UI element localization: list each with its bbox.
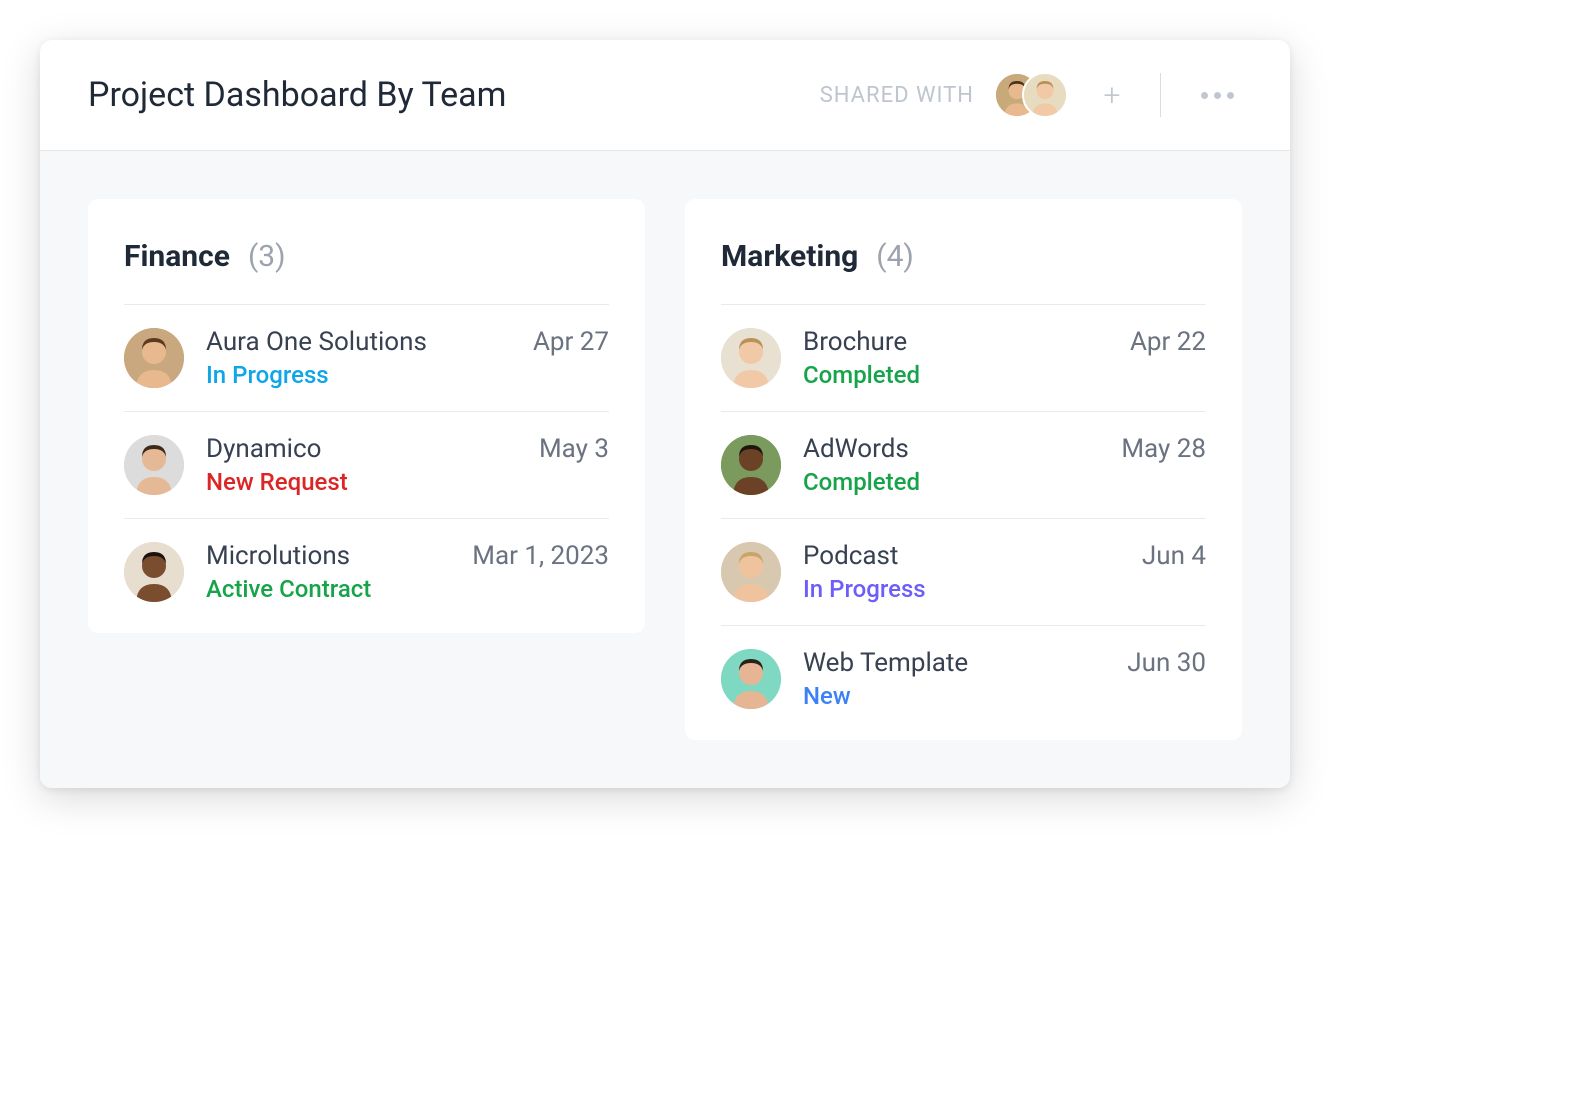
project-date: Mar 1, 2023 [472, 541, 609, 571]
column-header: Finance (3) [124, 239, 609, 304]
project-row[interactable]: AdWords May 28 Completed [721, 411, 1206, 518]
column-title: Marketing [721, 239, 858, 274]
assignee-avatar[interactable] [721, 542, 781, 602]
assignee-avatar[interactable] [124, 542, 184, 602]
header-actions: SHARED WITH + [820, 72, 1242, 118]
project-name: Microlutions [206, 541, 350, 571]
dashboard-body: Finance (3) Aura One Solutions Apr 27 In Pr… [40, 151, 1290, 788]
project-info: Brochure Apr 22 Completed [803, 327, 1206, 389]
project-date: Apr 22 [1130, 327, 1206, 357]
project-status: Completed [803, 468, 1206, 496]
team-column: Finance (3) Aura One Solutions Apr 27 In Pr… [88, 199, 645, 633]
project-row[interactable]: Dynamico May 3 New Request [124, 411, 609, 518]
project-name: Podcast [803, 541, 898, 571]
divider [1160, 73, 1161, 117]
project-row[interactable]: Brochure Apr 22 Completed [721, 304, 1206, 411]
project-date: May 28 [1121, 434, 1206, 464]
column-title: Finance [124, 239, 230, 274]
project-row[interactable]: Podcast Jun 4 In Progress [721, 518, 1206, 625]
project-name: AdWords [803, 434, 909, 464]
assignee-avatar[interactable] [721, 328, 781, 388]
project-status: Completed [803, 361, 1206, 389]
project-name: Dynamico [206, 434, 321, 464]
project-date: May 3 [539, 434, 609, 464]
project-name: Brochure [803, 327, 907, 357]
project-row[interactable]: Microlutions Mar 1, 2023 Active Contract [124, 518, 609, 625]
project-info: Aura One Solutions Apr 27 In Progress [206, 327, 609, 389]
project-info: AdWords May 28 Completed [803, 434, 1206, 496]
project-info: Podcast Jun 4 In Progress [803, 541, 1206, 603]
project-status: Active Contract [206, 575, 609, 603]
shared-with-label: SHARED WITH [820, 83, 974, 108]
add-share-button[interactable]: + [1096, 79, 1128, 111]
project-status: New [803, 682, 1206, 710]
assignee-avatar[interactable] [124, 328, 184, 388]
assignee-avatar[interactable] [721, 435, 781, 495]
column-count: (4) [876, 239, 914, 274]
shared-avatar[interactable] [1022, 72, 1068, 118]
project-name: Web Template [803, 648, 968, 678]
project-row[interactable]: Web Template Jun 30 New [721, 625, 1206, 732]
project-row[interactable]: Aura One Solutions Apr 27 In Progress [124, 304, 609, 411]
more-menu-button[interactable] [1193, 84, 1242, 107]
assignee-avatar[interactable] [124, 435, 184, 495]
project-date: Jun 30 [1127, 648, 1206, 678]
project-info: Microlutions Mar 1, 2023 Active Contract [206, 541, 609, 603]
assignee-avatar[interactable] [721, 649, 781, 709]
project-name: Aura One Solutions [206, 327, 427, 357]
project-status: In Progress [206, 361, 609, 389]
shared-avatars [994, 72, 1068, 118]
project-info: Web Template Jun 30 New [803, 648, 1206, 710]
team-column: Marketing (4) Brochure Apr 22 Completed AdW… [685, 199, 1242, 740]
column-count: (3) [248, 239, 286, 274]
header: Project Dashboard By Team SHARED WITH + [40, 40, 1290, 151]
project-date: Apr 27 [533, 327, 609, 357]
project-info: Dynamico May 3 New Request [206, 434, 609, 496]
column-header: Marketing (4) [721, 239, 1206, 304]
dashboard-panel: Project Dashboard By Team SHARED WITH + … [40, 40, 1290, 788]
page-title: Project Dashboard By Team [88, 75, 506, 115]
project-status: In Progress [803, 575, 1206, 603]
project-date: Jun 4 [1142, 541, 1206, 571]
project-status: New Request [206, 468, 609, 496]
